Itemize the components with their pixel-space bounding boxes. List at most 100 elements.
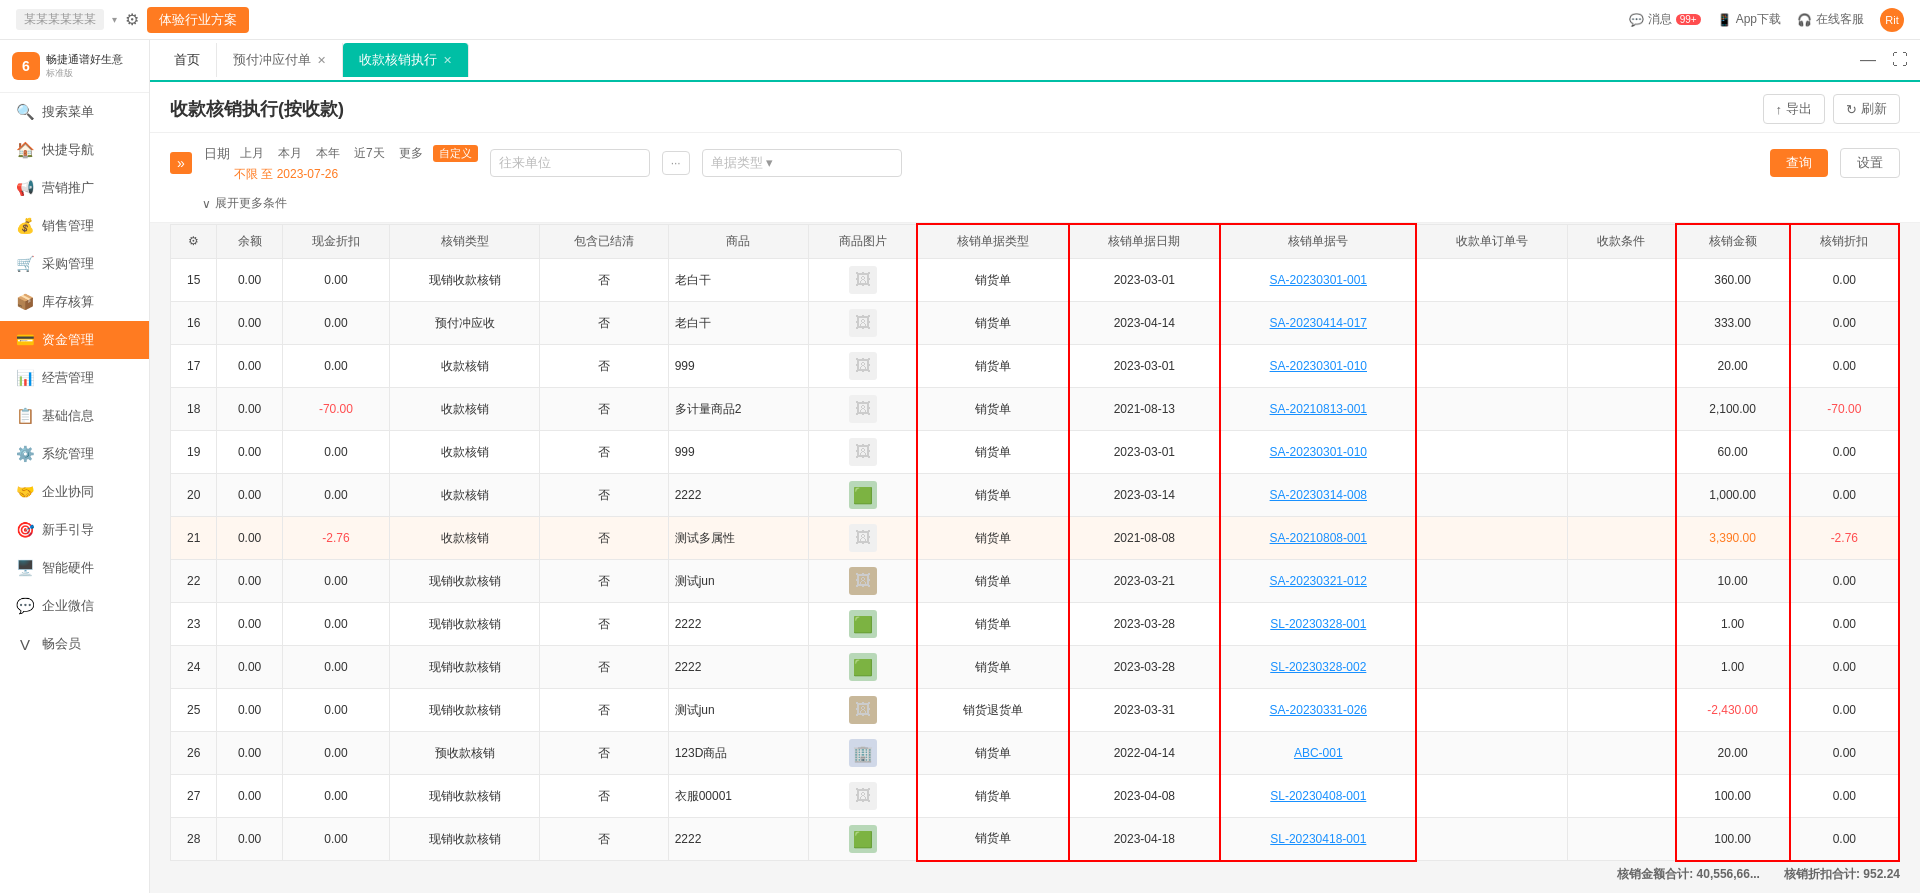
minimize-button[interactable]: — — [1856, 47, 1880, 73]
cell-cancel-bill-no[interactable]: SL-20230418-001 — [1220, 818, 1416, 861]
expand-conditions-button[interactable]: ∨ 展开更多条件 — [202, 195, 287, 212]
cell-cancel-type: 收款核销 — [390, 517, 540, 560]
tab-cancel[interactable]: 收款核销执行 ✕ — [343, 43, 469, 77]
cell-cash-discount: 0.00 — [282, 560, 390, 603]
messages-item[interactable]: 💬 消息 99+ — [1629, 11, 1701, 28]
sidebar-item-management[interactable]: 📊 经营管理 — [0, 359, 149, 397]
cell-balance: 0.00 — [217, 818, 282, 861]
table-row: 26 0.00 0.00 预收款核销 否 123D商品 🏢 销货单 2022-0… — [171, 732, 1900, 775]
bill-type-select[interactable]: 单据类型 ▾ — [702, 149, 902, 177]
sidebar-item-label: 快捷导航 — [42, 141, 94, 159]
cell-product: 999 — [668, 431, 808, 474]
this-month-btn[interactable]: 本月 — [274, 143, 306, 164]
col-cancel-amount: 核销金额 — [1676, 224, 1790, 259]
export-button[interactable]: ↑ 导出 — [1763, 94, 1826, 124]
tab-prepay[interactable]: 预付冲应付单 ✕ — [217, 43, 343, 77]
col-cancel-bill-date: 核销单据日期 — [1069, 224, 1221, 259]
tab-prepay-close-icon[interactable]: ✕ — [317, 54, 326, 67]
cell-cancel-bill-date: 2023-03-01 — [1069, 259, 1221, 302]
sidebar-item-system[interactable]: ⚙️ 系统管理 — [0, 435, 149, 473]
basic-info-icon: 📋 — [16, 407, 34, 425]
cell-cancel-bill-no[interactable]: SA-20230314-008 — [1220, 474, 1416, 517]
cell-receipt-order-no — [1416, 388, 1567, 431]
sidebar-item-sales[interactable]: 💰 销售管理 — [0, 207, 149, 245]
cell-cancel-bill-type: 销货单 — [917, 474, 1069, 517]
search-button[interactable]: 查询 — [1770, 149, 1828, 177]
last7-btn[interactable]: 近7天 — [350, 143, 389, 164]
sidebar-item-guide[interactable]: 🎯 新手引导 — [0, 511, 149, 549]
cell-cancel-bill-no[interactable]: SA-20230414-017 — [1220, 302, 1416, 345]
search-icon: 🔍 — [16, 103, 34, 121]
last-month-btn[interactable]: 上月 — [236, 143, 268, 164]
cell-cancel-bill-no[interactable]: SA-20230301-010 — [1220, 431, 1416, 474]
cell-cancel-bill-type: 销货单 — [917, 560, 1069, 603]
user-avatar[interactable]: Rit — [1880, 8, 1904, 32]
sidebar-item-wechat[interactable]: 💬 企业微信 — [0, 587, 149, 625]
app-download-item[interactable]: 📱 App下载 — [1717, 11, 1781, 28]
tab-cancel-close-icon[interactable]: ✕ — [443, 54, 452, 67]
settings-icon[interactable]: ⚙ — [125, 10, 139, 29]
cell-product: 2222 — [668, 474, 808, 517]
sidebar-item-member[interactable]: V 畅会员 — [0, 625, 149, 663]
table-container[interactable]: ⚙ 余额 现金折扣 核销类型 包含已结清 商品 商品图片 核销单据类型 核销单据… — [170, 223, 1900, 883]
sidebar-item-search[interactable]: 🔍 搜索菜单 — [0, 93, 149, 131]
sidebar-item-hardware[interactable]: 🖥️ 智能硬件 — [0, 549, 149, 587]
cell-balance: 0.00 — [217, 302, 282, 345]
cell-cancel-bill-date: 2023-03-01 — [1069, 431, 1221, 474]
sidebar-item-purchase[interactable]: 🛒 采购管理 — [0, 245, 149, 283]
cell-receipt-condition — [1567, 732, 1675, 775]
cell-product-image: 🏢 — [809, 732, 917, 775]
ellipsis-button[interactable]: ··· — [662, 151, 690, 175]
maximize-button[interactable]: ⛶ — [1888, 47, 1912, 73]
custom-date-btn[interactable]: 自定义 — [433, 145, 478, 162]
sidebar-item-label: 经营管理 — [42, 369, 94, 387]
cell-receipt-order-no — [1416, 431, 1567, 474]
refresh-button[interactable]: ↻ 刷新 — [1833, 94, 1900, 124]
member-icon: V — [16, 636, 34, 653]
cell-receipt-condition — [1567, 259, 1675, 302]
more-btn[interactable]: 更多 — [395, 143, 427, 164]
cell-cancel-bill-date: 2023-04-08 — [1069, 775, 1221, 818]
cell-cash-discount: 0.00 — [282, 345, 390, 388]
trial-button[interactable]: 体验行业方案 — [147, 7, 249, 33]
online-service-item[interactable]: 🎧 在线客服 — [1797, 11, 1864, 28]
dropdown-arrow-icon[interactable]: ▾ — [112, 14, 117, 25]
cell-cancel-discount: 0.00 — [1790, 689, 1899, 732]
cell-cancel-amount: 20.00 — [1676, 732, 1790, 775]
this-year-btn[interactable]: 本年 — [312, 143, 344, 164]
cell-cancel-bill-date: 2023-03-14 — [1069, 474, 1221, 517]
filter-expand-button[interactable]: » — [170, 152, 192, 174]
cell-cancel-bill-no[interactable]: SA-20230321-012 — [1220, 560, 1416, 603]
sidebar-item-inventory[interactable]: 📦 库存核算 — [0, 283, 149, 321]
sidebar-item-finance[interactable]: 💳 资金管理 — [0, 321, 149, 359]
cell-cancel-discount: 0.00 — [1790, 818, 1899, 861]
col-cancel-type: 核销类型 — [390, 224, 540, 259]
cell-receipt-condition — [1567, 818, 1675, 861]
table-row: 17 0.00 0.00 收款核销 否 999 🖼 销货单 2023-03-01… — [171, 345, 1900, 388]
filter-date-group: 日期 上月 本月 本年 近7天 更多 自定义 不限 至 2023-07-26 — [204, 143, 478, 183]
cell-cancel-bill-no[interactable]: SA-20210813-001 — [1220, 388, 1416, 431]
sidebar-item-collab[interactable]: 🤝 企业协同 — [0, 473, 149, 511]
cell-cancel-bill-no[interactable]: ABC-001 — [1220, 732, 1416, 775]
col-gear[interactable]: ⚙ — [171, 224, 217, 259]
cell-cancel-bill-no[interactable]: SA-20230301-010 — [1220, 345, 1416, 388]
date-label: 日期 — [204, 145, 230, 163]
settings-button[interactable]: 设置 — [1840, 148, 1900, 178]
cell-balance: 0.00 — [217, 517, 282, 560]
tab-home[interactable]: 首页 — [158, 43, 217, 77]
cell-cancel-bill-no[interactable]: SL-20230408-001 — [1220, 775, 1416, 818]
sidebar-item-label: 基础信息 — [42, 407, 94, 425]
cell-cancel-bill-no[interactable]: SL-20230328-001 — [1220, 603, 1416, 646]
cell-cancel-bill-no[interactable]: SL-20230328-002 — [1220, 646, 1416, 689]
cell-cancel-bill-no[interactable]: SA-20230301-001 — [1220, 259, 1416, 302]
cell-product-image: 🟩 — [809, 646, 917, 689]
cell-cancel-bill-no[interactable]: SA-20210808-001 — [1220, 517, 1416, 560]
sidebar-item-basic-info[interactable]: 📋 基础信息 — [0, 397, 149, 435]
cell-cancel-type: 现销收款核销 — [390, 775, 540, 818]
counterpart-input[interactable]: 往来单位 — [490, 149, 650, 177]
cell-receipt-condition — [1567, 689, 1675, 732]
sidebar-item-marketing[interactable]: 📢 营销推广 — [0, 169, 149, 207]
cell-cancel-bill-no[interactable]: SA-20230331-026 — [1220, 689, 1416, 732]
sidebar-item-nav[interactable]: 🏠 快捷导航 — [0, 131, 149, 169]
cell-cancel-bill-type: 销货单 — [917, 388, 1069, 431]
